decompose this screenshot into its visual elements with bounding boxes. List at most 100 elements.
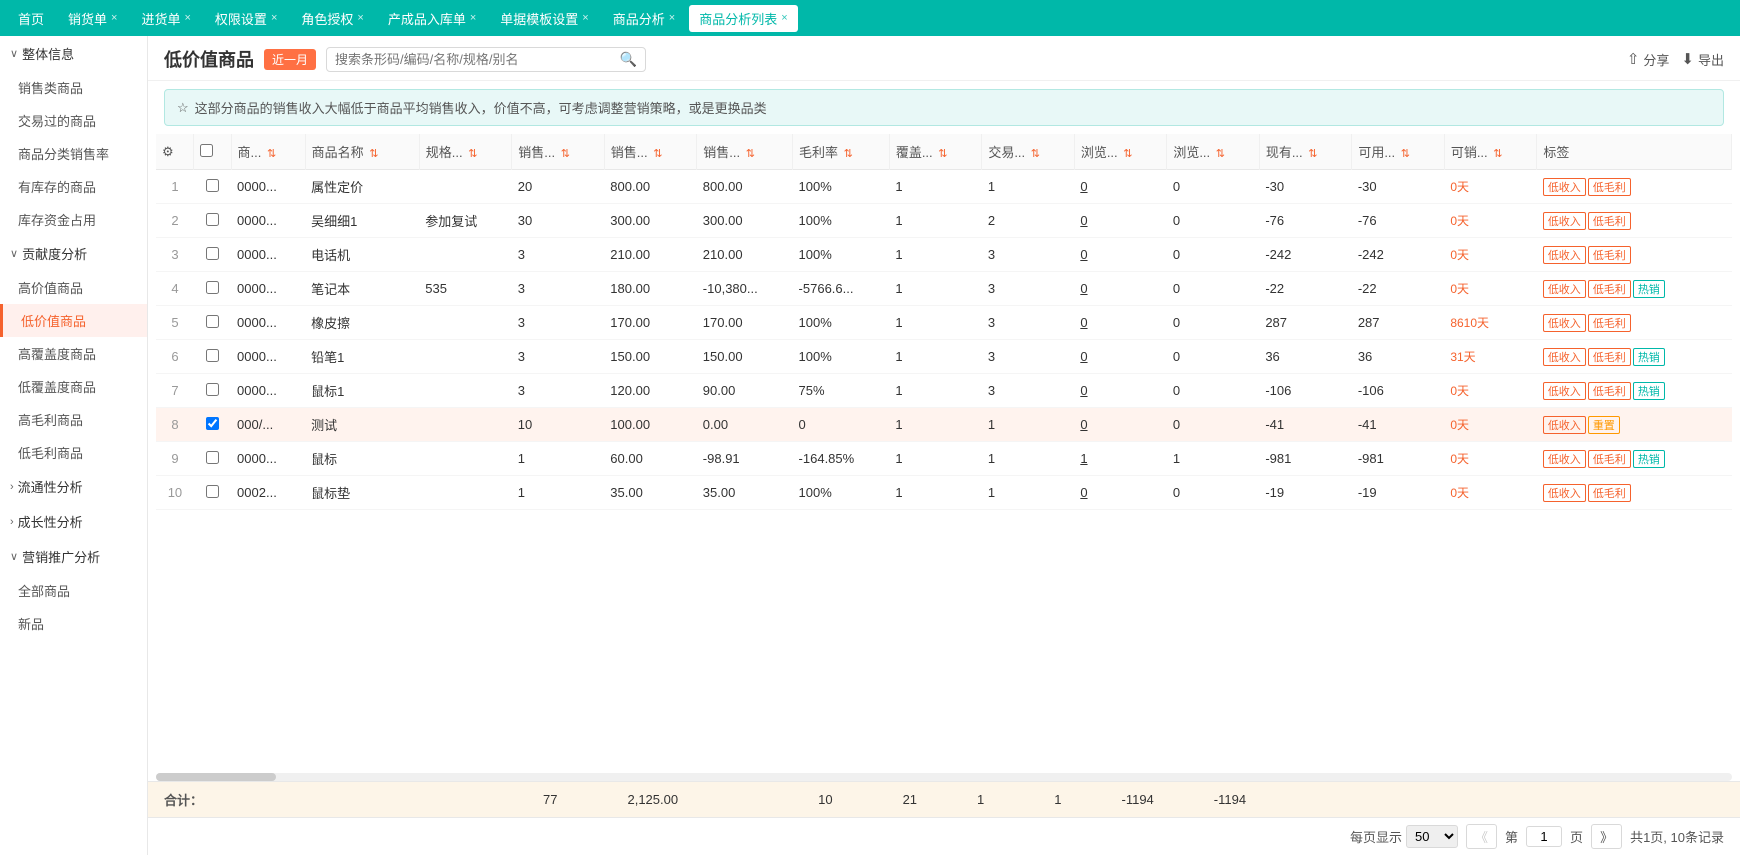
sidebar-item-高覆盖度商品[interactable]: 高覆盖度商品 — [0, 337, 147, 370]
nav-item-首页[interactable]: 首页 — [8, 5, 54, 32]
sidebar-group-营销推广分析[interactable]: ∨营销推广分析 — [0, 539, 147, 574]
th-current[interactable]: 现有... ⇅ — [1259, 134, 1352, 170]
footer-current: -1194 — [1122, 792, 1154, 807]
nav-close-icon[interactable]: × — [582, 12, 588, 24]
th-spec[interactable]: 规格... ⇅ — [419, 134, 512, 170]
chevron-icon: › — [10, 516, 14, 528]
row-sales-amt: 180.00 — [604, 272, 697, 306]
table-row: 40000...笔记本5353180.00-10,380...-5766.6..… — [156, 272, 1732, 306]
row-checkbox[interactable] — [206, 281, 219, 294]
tag-badge: 低收入 — [1543, 484, 1586, 502]
row-checkbox[interactable] — [206, 349, 219, 362]
row-checkbox[interactable] — [206, 451, 219, 464]
nav-close-icon[interactable]: × — [111, 12, 117, 24]
nav-item-销货单[interactable]: 销货单× — [58, 5, 127, 32]
nav-item-单据模板设置[interactable]: 单据模板设置× — [490, 5, 598, 32]
row-no: 5 — [156, 306, 194, 340]
th-sales-amt[interactable]: 销售... ⇅ — [604, 134, 697, 170]
row-checkbox[interactable] — [206, 213, 219, 226]
row-checkbox[interactable] — [206, 179, 219, 192]
share-button[interactable]: ⇧ 分享 — [1627, 50, 1670, 69]
row-margin: 100% — [793, 476, 890, 510]
select-all-checkbox[interactable] — [200, 144, 213, 157]
sidebar-item-低毛利商品[interactable]: 低毛利商品 — [0, 436, 147, 469]
th-sales-qty[interactable]: 销售... ⇅ — [512, 134, 605, 170]
nav-close-icon[interactable]: × — [184, 12, 190, 24]
per-page-select[interactable]: 50 100 200 — [1406, 825, 1458, 848]
sidebar-item-库存资金占用[interactable]: 库存资金占用 — [0, 203, 147, 236]
row-trade: 3 — [982, 272, 1075, 306]
sidebar-item-高价值商品[interactable]: 高价值商品 — [0, 271, 147, 304]
row-checkbox[interactable] — [206, 247, 219, 260]
nav-item-角色授权[interactable]: 角色授权× — [291, 5, 373, 32]
row-view2: 0 — [1167, 374, 1260, 408]
row-sales-price: 90.00 — [697, 374, 793, 408]
row-margin: 100% — [793, 340, 890, 374]
th-available[interactable]: 可用... ⇅ — [1352, 134, 1445, 170]
row-no: 10 — [156, 476, 194, 510]
row-view2: 0 — [1167, 476, 1260, 510]
row-checkbox[interactable] — [206, 485, 219, 498]
sidebar-item-有库存的商品[interactable]: 有库存的商品 — [0, 170, 147, 203]
th-tags: 标签 — [1537, 134, 1732, 170]
th-view1[interactable]: 浏览... ⇅ — [1074, 134, 1167, 170]
search-icon: 🔍 — [620, 51, 637, 68]
th-code[interactable]: 商... ⇅ — [231, 134, 305, 170]
search-input[interactable] — [335, 52, 614, 67]
nav-close-icon[interactable]: × — [470, 12, 476, 24]
sidebar-item-新品[interactable]: 新品 — [0, 607, 147, 640]
prev-page-button[interactable]: 《 — [1466, 824, 1497, 849]
tag-badge: 低毛利 — [1588, 212, 1631, 230]
row-sales-price: -10,380... — [697, 272, 793, 306]
scrollbar-thumb[interactable] — [156, 773, 276, 781]
th-coverage[interactable]: 覆盖... ⇅ — [889, 134, 982, 170]
row-margin: 100% — [793, 204, 890, 238]
export-button[interactable]: ⬇ 导出 — [1681, 50, 1724, 69]
row-checkbox[interactable] — [206, 315, 219, 328]
row-view1: 0 — [1074, 306, 1167, 340]
sidebar-item-商品分类销售率[interactable]: 商品分类销售率 — [0, 137, 147, 170]
th-trade[interactable]: 交易... ⇅ — [982, 134, 1075, 170]
th-settings[interactable]: ⚙ — [156, 134, 194, 170]
horizontal-scrollbar[interactable] — [156, 773, 1732, 781]
nav-item-进货单[interactable]: 进货单× — [131, 5, 200, 32]
tag-badge: 低毛利 — [1588, 246, 1631, 264]
next-page-button[interactable]: 》 — [1591, 824, 1622, 849]
row-trade: 3 — [982, 340, 1075, 374]
footer-sales-amt: 2,125.00 — [627, 792, 678, 807]
row-no: 7 — [156, 374, 194, 408]
row-checkbox[interactable] — [206, 383, 219, 396]
period-button[interactable]: 近一月 — [264, 49, 316, 70]
th-saleable[interactable]: 可销... ⇅ — [1444, 134, 1537, 170]
nav-item-产成品入库单[interactable]: 产成品入库单× — [378, 5, 486, 32]
row-code: 0000... — [231, 374, 305, 408]
sidebar-group-贡献度分析[interactable]: ∨贡献度分析 — [0, 236, 147, 271]
sidebar-item-全部商品[interactable]: 全部商品 — [0, 574, 147, 607]
th-margin[interactable]: 毛利率 ⇅ — [793, 134, 890, 170]
nav-close-icon[interactable]: × — [357, 12, 363, 24]
row-days: 0天 — [1444, 408, 1537, 442]
row-code: 0000... — [231, 340, 305, 374]
sidebar-group-流通性分析[interactable]: ›流通性分析 — [0, 469, 147, 504]
sidebar-group-整体信息[interactable]: ∨整体信息 — [0, 36, 147, 71]
row-sales-price: 35.00 — [697, 476, 793, 510]
row-view1: 0 — [1074, 408, 1167, 442]
nav-item-权限设置[interactable]: 权限设置× — [205, 5, 287, 32]
nav-close-icon[interactable]: × — [669, 12, 675, 24]
sidebar-item-低覆盖度商品[interactable]: 低覆盖度商品 — [0, 370, 147, 403]
nav-item-商品分析列表[interactable]: 商品分析列表× — [689, 5, 797, 32]
sidebar-group-成长性分析[interactable]: ›成长性分析 — [0, 504, 147, 539]
nav-close-icon[interactable]: × — [781, 12, 787, 24]
th-view2[interactable]: 浏览... ⇅ — [1167, 134, 1260, 170]
sidebar-item-高毛利商品[interactable]: 高毛利商品 — [0, 403, 147, 436]
nav-close-icon[interactable]: × — [271, 12, 277, 24]
row-name: 笔记本 — [305, 272, 419, 306]
sidebar-item-低价值商品[interactable]: 低价值商品 — [0, 304, 147, 337]
th-sales-price[interactable]: 销售... ⇅ — [697, 134, 793, 170]
th-name[interactable]: 商品名称 ⇅ — [305, 134, 419, 170]
sidebar-item-交易过的商品[interactable]: 交易过的商品 — [0, 104, 147, 137]
page-number-input[interactable] — [1526, 826, 1562, 847]
row-checkbox[interactable] — [206, 417, 219, 430]
sidebar-item-销售类商品[interactable]: 销售类商品 — [0, 71, 147, 104]
nav-item-商品分析[interactable]: 商品分析× — [603, 5, 685, 32]
